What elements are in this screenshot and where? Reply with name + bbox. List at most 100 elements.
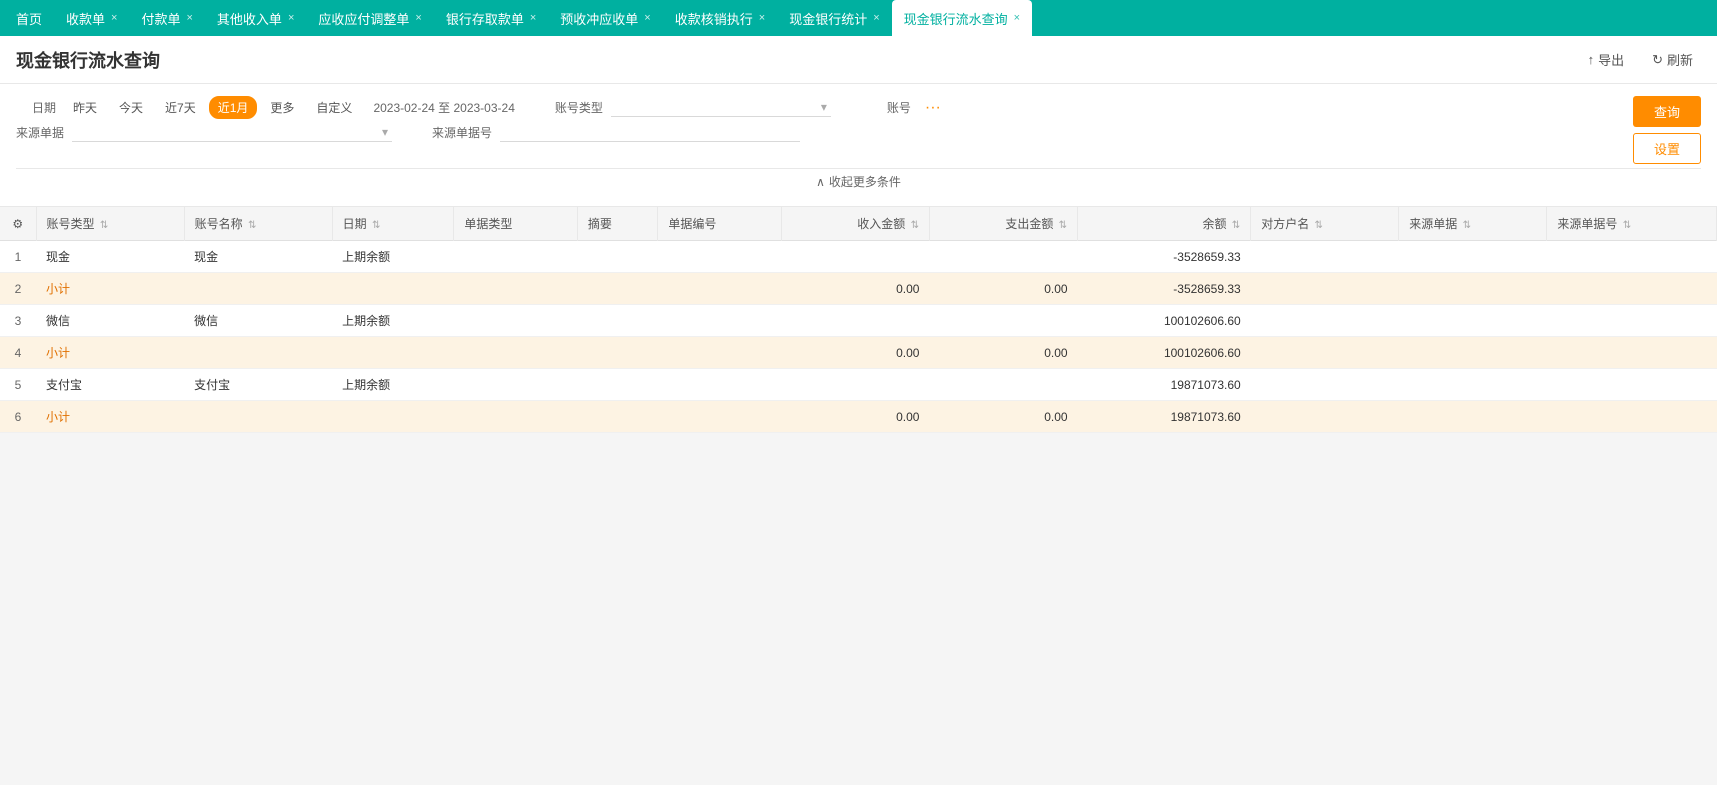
cell-counterpart	[1251, 305, 1399, 337]
cell-account-type: 小计	[36, 337, 184, 369]
cell-balance: 19871073.60	[1078, 401, 1251, 433]
col-doc-no[interactable]: 单据编号	[658, 207, 782, 241]
nav-item-cashflow[interactable]: 现金银行流水查询 ×	[892, 0, 1032, 36]
col-income-label: 收入金额	[857, 217, 905, 231]
date-label: 日期	[16, 99, 56, 116]
cell-counterpart	[1251, 369, 1399, 401]
cell-doc-type	[454, 337, 578, 369]
col-balance-label: 余额	[1202, 217, 1226, 231]
date-btn-custom[interactable]: 自定义	[307, 96, 361, 119]
close-icon[interactable]: ×	[1014, 12, 1020, 24]
collapse-filters-button[interactable]: ∧ 收起更多条件	[16, 168, 1701, 194]
cell-summary	[577, 241, 658, 273]
sort-icon: ⇅	[1623, 220, 1631, 231]
cell-source-doc-no	[1547, 337, 1717, 369]
nav-item-advance[interactable]: 预收冲应收单 ×	[548, 0, 662, 36]
data-table: ⚙ 账号类型 ⇅ 账号名称 ⇅ 日期 ⇅ 单据类型 摘要	[0, 207, 1717, 433]
col-date[interactable]: 日期 ⇅	[332, 207, 454, 241]
close-icon[interactable]: ×	[759, 12, 765, 24]
setting-button[interactable]: 设置	[1633, 133, 1701, 164]
nav-item-stats[interactable]: 现金银行统计 ×	[777, 0, 891, 36]
date-btn-today[interactable]: 今天	[110, 96, 152, 119]
refresh-button[interactable]: ↻ 刷新	[1644, 46, 1701, 73]
cell-doc-type	[454, 273, 578, 305]
col-source-doc-no[interactable]: 来源单据号 ⇅	[1547, 207, 1717, 241]
nav-item-payment[interactable]: 付款单 ×	[129, 0, 204, 36]
close-icon[interactable]: ×	[644, 12, 650, 24]
col-settings[interactable]: ⚙	[0, 207, 36, 241]
cell-doc-no	[658, 241, 782, 273]
col-account-type[interactable]: 账号类型 ⇅	[36, 207, 184, 241]
date-range: 2023-02-24 至 2023-03-24	[373, 99, 514, 116]
sort-icon: ⇅	[1232, 220, 1240, 231]
table-row: 6小计0.000.0019871073.60	[0, 401, 1717, 433]
cell-source-doc	[1399, 369, 1547, 401]
cell-income	[781, 369, 929, 401]
close-icon[interactable]: ×	[873, 12, 879, 24]
col-counterpart[interactable]: 对方户名 ⇅	[1251, 207, 1399, 241]
export-button[interactable]: ↑ 导出	[1580, 46, 1633, 73]
cell-date	[332, 337, 454, 369]
date-btn-more[interactable]: 更多	[261, 96, 303, 119]
nav-item-receipt[interactable]: 收款单 ×	[54, 0, 129, 36]
account-type-select[interactable]: ▾	[611, 98, 831, 117]
cell-balance: -3528659.33	[1078, 241, 1251, 273]
cell-source-doc	[1399, 337, 1547, 369]
nav-item-bank-deposit[interactable]: 银行存取款单 ×	[434, 0, 548, 36]
query-button[interactable]: 查询	[1633, 96, 1701, 127]
cell-date: 上期余额	[332, 369, 454, 401]
col-balance[interactable]: 余额 ⇅	[1078, 207, 1251, 241]
cell-date	[332, 401, 454, 433]
source-doc-select[interactable]: ▾	[72, 123, 392, 142]
nav-item-adjustment[interactable]: 应收应付调整单 ×	[306, 0, 433, 36]
cell-counterpart	[1251, 337, 1399, 369]
col-doc-type[interactable]: 单据类型	[454, 207, 578, 241]
cell-counterpart	[1251, 273, 1399, 305]
page-header: 现金银行流水查询 ↑ 导出 ↻ 刷新	[0, 36, 1717, 84]
cell-expense	[929, 305, 1077, 337]
row-index: 3	[0, 305, 36, 337]
cell-date: 上期余额	[332, 241, 454, 273]
col-summary[interactable]: 摘要	[577, 207, 658, 241]
cell-income	[781, 241, 929, 273]
settings-icon[interactable]: ⚙	[12, 217, 23, 231]
account-filter-group: 账号 ···	[871, 97, 947, 119]
nav-item-home[interactable]: 首页	[4, 0, 54, 36]
sort-icon: ⇅	[1059, 220, 1067, 231]
sort-icon: ⇅	[1315, 220, 1323, 231]
col-expense[interactable]: 支出金额 ⇅	[929, 207, 1077, 241]
col-source-doc[interactable]: 来源单据 ⇅	[1399, 207, 1547, 241]
col-account-name[interactable]: 账号名称 ⇅	[184, 207, 332, 241]
cell-account-type: 小计	[36, 401, 184, 433]
cell-expense	[929, 369, 1077, 401]
cell-expense	[929, 241, 1077, 273]
date-btn-yesterday[interactable]: 昨天	[64, 96, 106, 119]
nav-item-other-income[interactable]: 其他收入单 ×	[205, 0, 306, 36]
col-source-doc-no-label: 来源单据号	[1557, 217, 1617, 231]
source-doc-no-input[interactable]	[500, 123, 800, 142]
cell-summary	[577, 337, 658, 369]
close-icon[interactable]: ×	[186, 12, 192, 24]
cell-source-doc	[1399, 305, 1547, 337]
close-icon[interactable]: ×	[530, 12, 536, 24]
nav-item-verify[interactable]: 收款核销执行 ×	[663, 0, 777, 36]
close-icon[interactable]: ×	[415, 12, 421, 24]
account-type-filter-group: 账号类型 ▾	[555, 98, 831, 117]
cell-doc-type	[454, 241, 578, 273]
cell-expense: 0.00	[929, 401, 1077, 433]
page-title: 现金银行流水查询	[16, 47, 160, 73]
cell-date	[332, 273, 454, 305]
date-btn-7days[interactable]: 近7天	[156, 96, 205, 119]
date-filter-group: 日期 昨天 今天 近7天 近1月 更多 自定义 2023-02-24 至 202…	[16, 96, 515, 119]
refresh-icon: ↻	[1652, 52, 1663, 68]
date-btn-1month[interactable]: 近1月	[209, 96, 258, 119]
close-icon[interactable]: ×	[111, 12, 117, 24]
account-more-button[interactable]: ···	[919, 97, 947, 119]
table-row: 2小计0.000.00-3528659.33	[0, 273, 1717, 305]
col-income[interactable]: 收入金额 ⇅	[781, 207, 929, 241]
filter-row-1: 日期 昨天 今天 近7天 近1月 更多 自定义 2023-02-24 至 202…	[16, 96, 1633, 119]
cell-income	[781, 305, 929, 337]
cell-account-name: 微信	[184, 305, 332, 337]
close-icon[interactable]: ×	[288, 12, 294, 24]
cell-doc-type	[454, 401, 578, 433]
